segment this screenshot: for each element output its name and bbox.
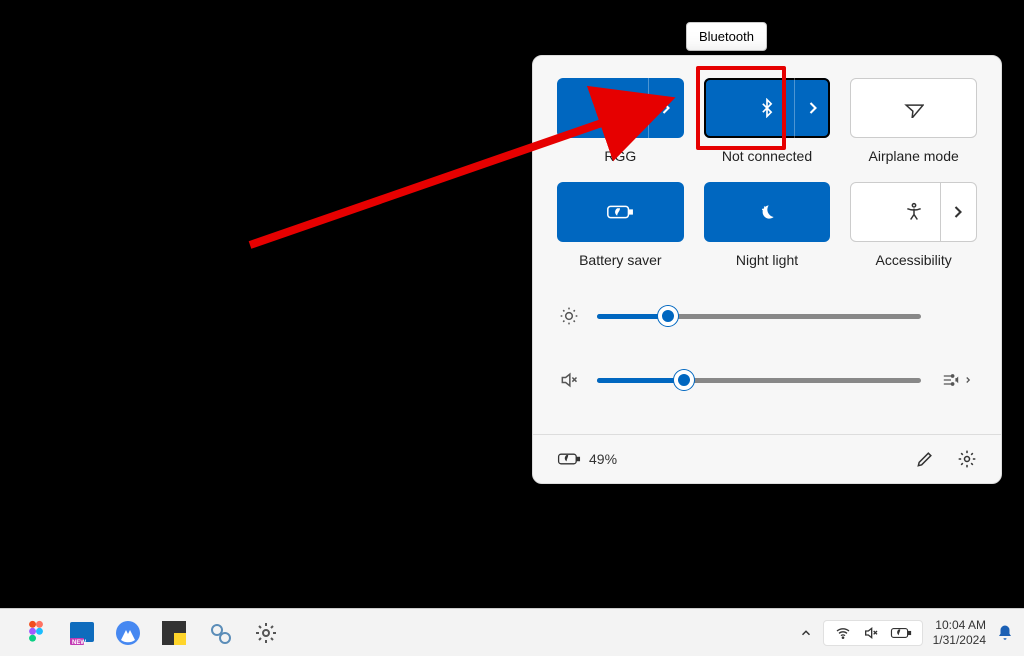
brightness-slider[interactable] — [597, 314, 921, 319]
bluetooth-expand-button[interactable] — [794, 78, 830, 138]
airplane-tile-label: Airplane mode — [869, 148, 959, 164]
accessibility-tile-label: Accessibility — [876, 252, 952, 268]
taskbar-date: 1/31/2024 — [933, 633, 986, 647]
accessibility-tile[interactable] — [850, 182, 977, 242]
tile-wrap-airplane: Airplane mode — [850, 78, 977, 164]
bluetooth-tooltip: Bluetooth — [686, 22, 767, 51]
volume-mute-icon[interactable] — [557, 370, 581, 390]
quick-settings-panel: RGG Not connected Airplane mode — [532, 55, 1002, 484]
bluetooth-icon — [757, 98, 777, 118]
battery-saver-tile-label: Battery saver — [579, 252, 661, 268]
accessibility-expand-button[interactable] — [940, 183, 976, 241]
tile-wrap-night-light: Night light — [704, 182, 831, 268]
airplane-mode-tile[interactable] — [850, 78, 977, 138]
taskbar-app-sticky-notes[interactable] — [154, 613, 194, 653]
battery-saver-icon — [605, 202, 635, 222]
night-light-icon — [757, 202, 777, 222]
taskbar-app-settings[interactable] — [246, 613, 286, 653]
battery-percent-text: 49% — [589, 451, 617, 467]
taskbar-pinned-apps: NEW — [10, 613, 286, 653]
brightness-icon — [557, 306, 581, 326]
chevron-right-icon — [948, 202, 968, 222]
notifications-button[interactable] — [996, 623, 1014, 643]
battery-icon — [557, 451, 581, 467]
tray-overflow-button[interactable] — [799, 626, 813, 640]
wifi-icon — [834, 625, 852, 641]
volume-slider[interactable] — [597, 378, 921, 383]
taskbar-app-figma[interactable] — [16, 613, 56, 653]
tile-wrap-battery-saver: Battery saver — [557, 182, 684, 268]
chevron-right-icon — [803, 98, 823, 118]
tile-wrap-wifi: RGG — [557, 78, 684, 164]
sliders-section — [557, 306, 977, 434]
quick-settings-tile-grid: RGG Not connected Airplane mode — [557, 78, 977, 268]
accessibility-icon — [904, 202, 924, 222]
battery-saver-tile[interactable] — [557, 182, 684, 242]
chevron-right-icon — [656, 98, 676, 118]
audio-output-button[interactable] — [937, 372, 977, 388]
volume-slider-row — [557, 370, 977, 390]
night-light-tile[interactable] — [704, 182, 831, 242]
pencil-icon — [915, 449, 935, 469]
taskbar-clock[interactable]: 10:04 AM 1/31/2024 — [933, 618, 986, 647]
bluetooth-tile[interactable] — [704, 78, 831, 138]
night-light-tile-label: Night light — [736, 252, 798, 268]
wifi-tile[interactable] — [557, 78, 684, 138]
taskbar-app-nordvpn[interactable] — [108, 613, 148, 653]
volume-mute-icon — [862, 625, 880, 641]
edit-quick-settings-button[interactable] — [915, 449, 935, 469]
wifi-expand-button[interactable] — [648, 78, 684, 138]
taskbar-app-services[interactable] — [200, 613, 240, 653]
panel-bottom-bar: 49% — [533, 434, 1001, 483]
taskbar-time: 10:04 AM — [933, 618, 986, 632]
svg-text:NEW: NEW — [72, 640, 86, 646]
bluetooth-tile-label: Not connected — [722, 148, 812, 164]
brightness-slider-row — [557, 306, 977, 326]
battery-icon — [890, 626, 912, 640]
tile-wrap-accessibility: Accessibility — [850, 182, 977, 268]
tray-network-volume-battery[interactable] — [823, 620, 923, 646]
airplane-icon — [904, 98, 924, 118]
taskbar: NEW 10:04 AM 1/31/2024 — [0, 608, 1024, 656]
gear-icon — [957, 449, 977, 469]
battery-status-button[interactable]: 49% — [557, 451, 617, 467]
tile-wrap-bluetooth: Not connected — [704, 78, 831, 164]
wifi-icon — [610, 98, 630, 118]
settings-button[interactable] — [957, 449, 977, 469]
taskbar-app-outlook[interactable]: NEW — [62, 613, 102, 653]
taskbar-system-tray: 10:04 AM 1/31/2024 — [799, 618, 1014, 647]
wifi-tile-label: RGG — [604, 148, 636, 164]
